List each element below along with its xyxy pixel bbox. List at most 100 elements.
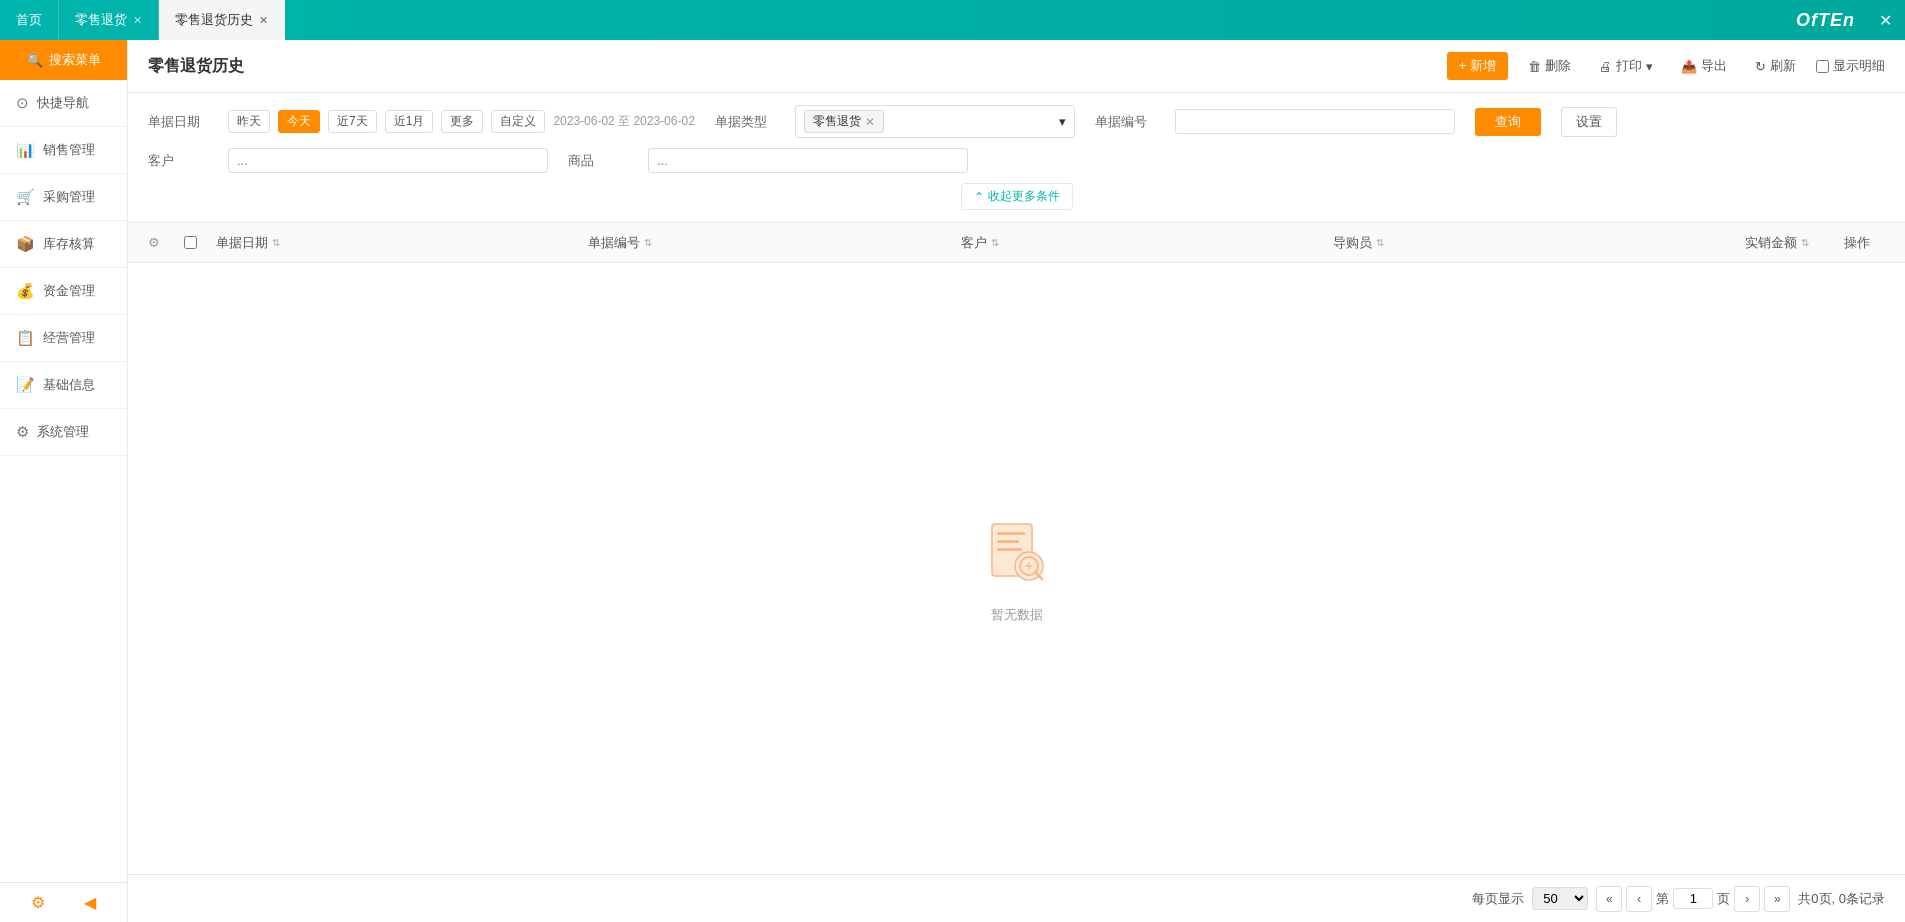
sidebar-item-label: 库存核算: [43, 235, 95, 253]
print-icon: 🖨: [1599, 59, 1612, 74]
main-content: 零售退货历史 + 新增 🗑 删除 🖨 打印 ▾ 📤 导出 ↻: [128, 40, 1905, 922]
sidebar-item-system[interactable]: ⚙ 系统管理: [0, 409, 127, 456]
empty-illustration: [977, 514, 1057, 594]
th-operation: 操作: [1817, 234, 1897, 252]
date-btn-1month[interactable]: 近1月: [385, 110, 434, 133]
tab-list: 首页 零售退货 ✕ 零售退货历史 ✕: [0, 0, 1865, 40]
voucher-type-select[interactable]: 零售退货 ✕ ▾: [795, 105, 1075, 138]
export-button[interactable]: 📤 导出: [1673, 53, 1735, 79]
window-close-button[interactable]: ✕: [1865, 0, 1905, 40]
th-date-sort[interactable]: ⇅: [272, 237, 280, 248]
date-label: 单据日期: [148, 113, 208, 131]
refresh-button[interactable]: ↻ 刷新: [1747, 53, 1804, 79]
sidebar-item-purchase[interactable]: 🛒 采购管理: [0, 174, 127, 221]
table-select-all[interactable]: [172, 236, 208, 249]
query-button[interactable]: 查询: [1475, 108, 1541, 136]
date-filters: 昨天 今天 近7天 近1月 更多 自定义 2023-06-02 至 2023-0…: [228, 110, 695, 133]
new-button[interactable]: + 新增: [1447, 52, 1508, 80]
th-customer: 客户 ⇅: [953, 234, 1325, 252]
customer-label: 客户: [148, 152, 208, 170]
voucher-type-label: 单据类型: [715, 113, 775, 131]
goods-label: 商品: [568, 152, 628, 170]
page-nav: « ‹ 第 页 › »: [1596, 886, 1790, 912]
page-label: 第: [1656, 890, 1669, 908]
per-page-label: 每页显示: [1472, 890, 1524, 908]
display-detail-check[interactable]: [1816, 60, 1829, 73]
date-btn-yesterday[interactable]: 昨天: [228, 110, 270, 133]
date-btn-7days[interactable]: 近7天: [328, 110, 377, 133]
sidebar-item-quick-nav[interactable]: ⊙ 快捷导航: [0, 80, 127, 127]
purchase-icon: 🛒: [16, 188, 35, 206]
tab-home[interactable]: 首页: [0, 0, 59, 40]
delete-icon: 🗑: [1528, 59, 1541, 74]
sidebar-menu: ⊙ 快捷导航 📊 销售管理 🛒 采购管理 📦 库存核算 💰 资金管理 📋: [0, 80, 127, 882]
export-icon: 📤: [1681, 59, 1697, 74]
page-header: 零售退货历史 + 新增 🗑 删除 🖨 打印 ▾ 📤 导出 ↻: [128, 40, 1905, 93]
finance-icon: 💰: [16, 282, 35, 300]
page-unit: 页: [1717, 890, 1730, 908]
sidebar-search[interactable]: 🔍 搜索菜单: [0, 40, 127, 80]
page-input[interactable]: [1673, 888, 1713, 909]
voucher-type-tag: 零售退货 ✕: [804, 110, 884, 133]
th-amount: 实销金额 ⇅: [1697, 234, 1817, 252]
sidebar-item-sales[interactable]: 📊 销售管理: [0, 127, 127, 174]
quick-nav-icon: ⊙: [16, 94, 29, 112]
th-voucher-no: 单据编号 ⇅: [580, 234, 952, 252]
search-icon: 🔍: [27, 53, 43, 68]
date-btn-custom[interactable]: 自定义: [491, 110, 545, 133]
select-all-checkbox[interactable]: [184, 236, 197, 249]
sidebar-search-label: 搜索菜单: [49, 51, 101, 69]
th-customer-sort[interactable]: ⇅: [991, 237, 999, 248]
next-page-button[interactable]: ›: [1734, 886, 1760, 912]
sidebar-item-inventory[interactable]: 📦 库存核算: [0, 221, 127, 268]
sidebar-item-label: 系统管理: [37, 423, 89, 441]
header-actions: + 新增 🗑 删除 🖨 打印 ▾ 📤 导出 ↻ 刷新: [1447, 52, 1885, 80]
prev-page-button[interactable]: ‹: [1626, 886, 1652, 912]
total-info: 共0页, 0条记录: [1798, 890, 1885, 908]
basic-info-icon: 📝: [16, 376, 35, 394]
date-btn-today[interactable]: 今天: [278, 110, 320, 133]
goods-input[interactable]: [648, 148, 968, 173]
svg-rect-2: [997, 540, 1019, 543]
last-page-button[interactable]: »: [1764, 886, 1790, 912]
voucher-type-tag-close[interactable]: ✕: [865, 115, 875, 129]
tab-retail-return[interactable]: 零售退货 ✕: [59, 0, 159, 40]
collapse-button[interactable]: ⌃ 收起更多条件: [961, 183, 1073, 210]
sidebar-bottom: ⚙ ◀: [0, 882, 127, 922]
operation-icon: 📋: [16, 329, 35, 347]
filter-row-1: 单据日期 昨天 今天 近7天 近1月 更多 自定义 2023-06-02 至 2…: [148, 105, 1885, 138]
table-area: ⚙ 单据日期 ⇅ 单据编号 ⇅ 客户 ⇅ 导购员 ⇅: [128, 223, 1905, 874]
pagination: 每页显示 20 50 100 « ‹ 第 页 › » 共0页, 0条记录: [128, 874, 1905, 922]
table-settings-icon[interactable]: ⚙: [136, 235, 172, 250]
filter-area: 单据日期 昨天 今天 近7天 近1月 更多 自定义 2023-06-02 至 2…: [128, 93, 1905, 223]
sidebar-item-label: 基础信息: [43, 376, 95, 394]
page-title: 零售退货历史: [148, 56, 244, 77]
sidebar-item-label: 销售管理: [43, 141, 95, 159]
print-dropdown-icon: ▾: [1646, 59, 1653, 74]
sidebar-item-basic-info[interactable]: 📝 基础信息: [0, 362, 127, 409]
date-btn-more[interactable]: 更多: [441, 110, 483, 133]
display-detail-checkbox[interactable]: 显示明细: [1816, 57, 1885, 75]
delete-button[interactable]: 🗑 删除: [1520, 53, 1579, 79]
svg-rect-1: [997, 532, 1025, 535]
brand-logo: OfTEn: [1796, 10, 1855, 31]
tab-retail-return-close[interactable]: ✕: [133, 14, 142, 27]
print-button[interactable]: 🖨 打印 ▾: [1591, 53, 1661, 79]
per-page-select[interactable]: 20 50 100: [1532, 887, 1588, 910]
sidebar-collapse-button[interactable]: ◀: [84, 893, 96, 912]
date-range-display: 2023-06-02 至 2023-06-02: [553, 113, 694, 130]
customer-input[interactable]: [228, 148, 548, 173]
sidebar-settings-button[interactable]: ⚙: [31, 893, 45, 912]
tab-retail-return-history[interactable]: 零售退货历史 ✕: [159, 0, 285, 40]
settings-button[interactable]: 设置: [1561, 107, 1617, 137]
th-guide-sort[interactable]: ⇅: [1376, 237, 1384, 248]
sidebar-item-operation[interactable]: 📋 经营管理: [0, 315, 127, 362]
tab-retail-return-history-close[interactable]: ✕: [259, 14, 268, 27]
th-amount-sort[interactable]: ⇅: [1801, 237, 1809, 248]
sidebar-item-label: 采购管理: [43, 188, 95, 206]
first-page-button[interactable]: «: [1596, 886, 1622, 912]
voucher-no-input[interactable]: [1175, 109, 1455, 134]
th-voucher-no-sort[interactable]: ⇅: [644, 237, 652, 248]
sidebar-item-finance[interactable]: 💰 资金管理: [0, 268, 127, 315]
collapse-up-icon: ⌃: [974, 190, 984, 204]
